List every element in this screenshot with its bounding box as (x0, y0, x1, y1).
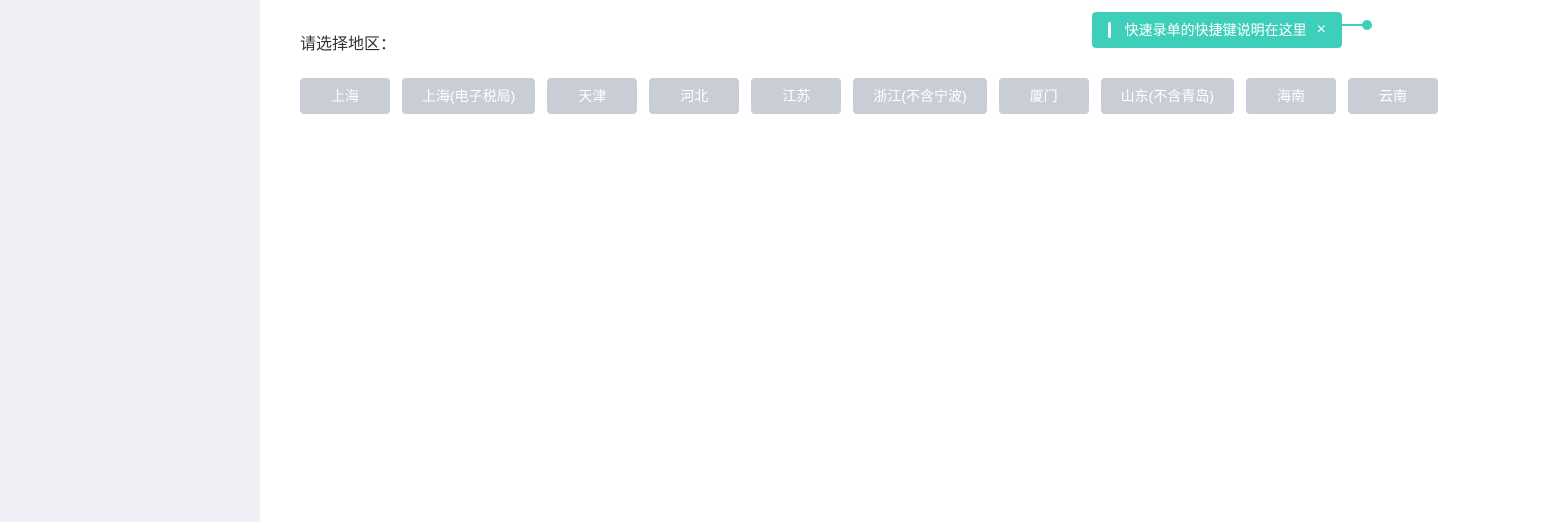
region-btn-jiangsu[interactable]: 江苏 (751, 78, 841, 114)
region-btn-shanghai[interactable]: 上海 (300, 78, 390, 114)
region-btn-hainan[interactable]: 海南 (1246, 78, 1336, 114)
left-sidebar (0, 0, 260, 522)
region-btn-yunnan[interactable]: 云南 (1348, 78, 1438, 114)
region-btn-hebei[interactable]: 河北 (649, 78, 739, 114)
main-content: 请选择地区： 上海上海(电子税局)天津河北江苏浙江(不含宁波)厦门山东(不含青岛… (260, 0, 1562, 522)
tooltip-text: 快速录单的快捷键说明在这里 (1125, 20, 1307, 40)
region-btn-shandong[interactable]: 山东(不含青岛) (1101, 78, 1234, 114)
region-buttons: 上海上海(电子税局) 天津河北江苏浙江(不含宁波) 厦门山东(不含青岛) 海南云南 (300, 78, 1522, 114)
region-btn-xiamen[interactable]: 厦门 (999, 78, 1089, 114)
tooltip-banner: 快速录单的快捷键说明在这里 × (1092, 12, 1342, 48)
region-btn-zhejiang[interactable]: 浙江(不含宁波) (853, 78, 986, 114)
region-btn-shanghai-etax[interactable]: 上海(电子税局) (402, 78, 535, 114)
region-btn-tianjin[interactable]: 天津 (547, 78, 637, 114)
connector-dot (1362, 20, 1372, 30)
tooltip-close-button[interactable]: × (1317, 22, 1326, 38)
